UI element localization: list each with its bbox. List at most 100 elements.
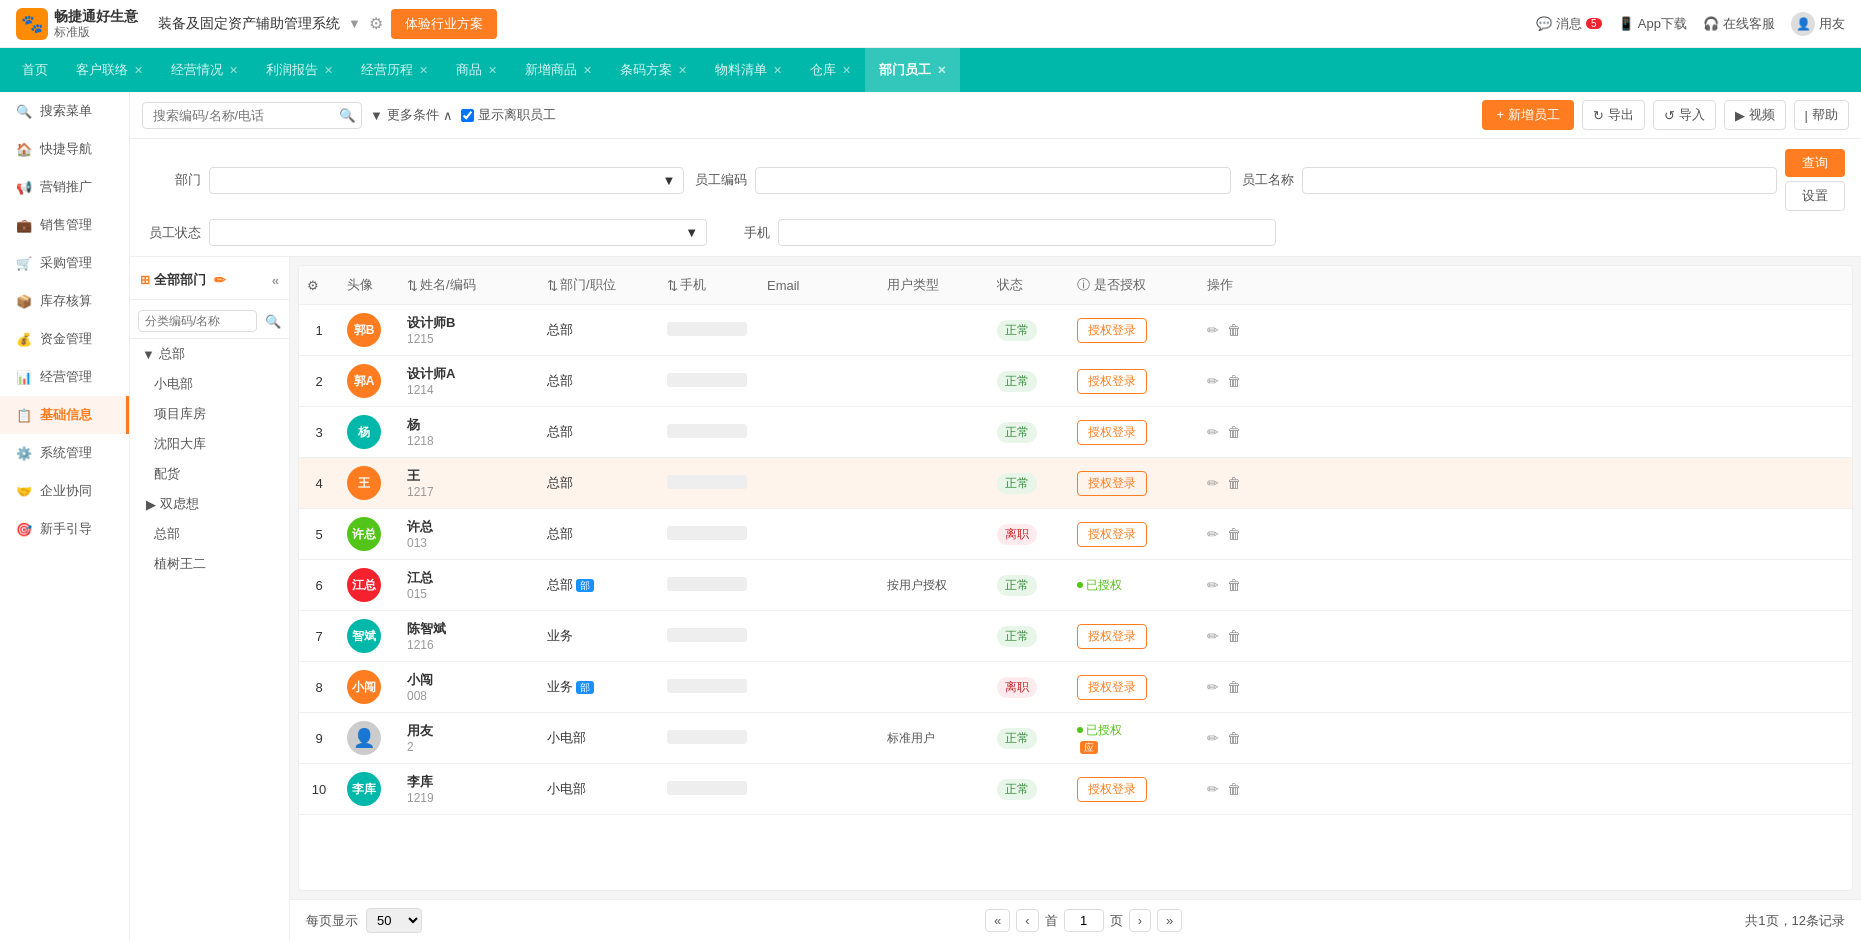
dept-tree-zhishu[interactable]: 植树王二 bbox=[130, 549, 289, 579]
tab-history-close[interactable]: ✕ bbox=[419, 64, 428, 77]
dept-sort[interactable]: ⇅ 部门/职位 bbox=[547, 276, 651, 294]
dept-tree-root[interactable]: ▼ 总部 bbox=[130, 339, 289, 369]
edit-button[interactable]: ✏ bbox=[1207, 679, 1219, 695]
add-employee-button[interactable]: + 新增员工 bbox=[1482, 100, 1573, 130]
dept-search-icon[interactable]: 🔍 bbox=[265, 314, 281, 329]
emp-status-select[interactable]: ▼ bbox=[209, 219, 707, 246]
sidebar-item-search[interactable]: 🔍 搜索菜单 bbox=[0, 92, 129, 130]
auth-login-button[interactable]: 授权登录 bbox=[1077, 369, 1147, 394]
edit-button[interactable]: ✏ bbox=[1207, 628, 1219, 644]
try-plan-button[interactable]: 体验行业方案 bbox=[391, 9, 497, 39]
edit-button[interactable]: ✏ bbox=[1207, 730, 1219, 746]
sidebar-item-nav[interactable]: 🏠 快捷导航 bbox=[0, 130, 129, 168]
phone-input[interactable] bbox=[778, 219, 1276, 246]
more-filter-button[interactable]: ▼ 更多条件 ∧ bbox=[370, 106, 453, 124]
settings-icon[interactable]: ⚙ bbox=[369, 14, 383, 33]
tab-operation[interactable]: 经营情况 ✕ bbox=[157, 48, 252, 92]
tab-customer-close[interactable]: ✕ bbox=[134, 64, 143, 77]
sidebar-item-guide[interactable]: 🎯 新手引导 bbox=[0, 510, 129, 548]
search-button[interactable]: 🔍 bbox=[339, 108, 356, 123]
show-resigned-checkbox[interactable] bbox=[461, 109, 474, 122]
edit-button[interactable]: ✏ bbox=[1207, 577, 1219, 593]
export-button[interactable]: ↻ 导出 bbox=[1582, 100, 1645, 130]
emp-code-input[interactable] bbox=[755, 167, 1230, 194]
collapse-icon[interactable]: « bbox=[272, 273, 279, 288]
delete-button[interactable]: 🗑 bbox=[1227, 628, 1241, 644]
view-button[interactable]: ▶ 视频 bbox=[1724, 100, 1786, 130]
delete-button[interactable]: 🗑 bbox=[1227, 781, 1241, 797]
auth-login-button[interactable]: 授权登录 bbox=[1077, 675, 1147, 700]
dept-select[interactable]: ▼ bbox=[209, 167, 684, 194]
edit-button[interactable]: ✏ bbox=[1207, 475, 1219, 491]
tab-warehouse[interactable]: 仓库 ✕ bbox=[796, 48, 865, 92]
edit-button[interactable]: ✏ bbox=[1207, 526, 1219, 542]
user-button[interactable]: 👤 用友 bbox=[1791, 12, 1845, 36]
tab-home[interactable]: 首页 bbox=[8, 48, 62, 92]
sidebar-item-collab[interactable]: 🤝 企业协同 bbox=[0, 472, 129, 510]
delete-button[interactable]: 🗑 bbox=[1227, 373, 1241, 389]
tab-profit-close[interactable]: ✕ bbox=[324, 64, 333, 77]
tab-barcode[interactable]: 条码方案 ✕ bbox=[606, 48, 701, 92]
sidebar-item-system[interactable]: ⚙️ 系统管理 bbox=[0, 434, 129, 472]
sidebar-item-sales[interactable]: 💼 销售管理 bbox=[0, 206, 129, 244]
first-page-button[interactable]: « bbox=[985, 909, 1010, 932]
help-button[interactable]: | 帮助 bbox=[1794, 100, 1849, 130]
sidebar-item-marketing[interactable]: 📢 营销推广 bbox=[0, 168, 129, 206]
edit-button[interactable]: ✏ bbox=[1207, 781, 1219, 797]
edit-button[interactable]: ✏ bbox=[1207, 373, 1219, 389]
sidebar-item-purchase[interactable]: 🛒 采购管理 bbox=[0, 244, 129, 282]
prev-page-button[interactable]: ‹ bbox=[1016, 909, 1038, 932]
tab-barcode-close[interactable]: ✕ bbox=[678, 64, 687, 77]
th-name-code[interactable]: ⇅ 姓名/编码 bbox=[399, 266, 539, 305]
tab-customer[interactable]: 客户联络 ✕ bbox=[62, 48, 157, 92]
tab-employees-close[interactable]: ✕ bbox=[937, 64, 946, 77]
set-button[interactable]: 设置 bbox=[1785, 181, 1845, 211]
auth-login-button[interactable]: 授权登录 bbox=[1077, 624, 1147, 649]
dept-tree-zongbu[interactable]: 总部 bbox=[130, 519, 289, 549]
delete-button[interactable]: 🗑 bbox=[1227, 577, 1241, 593]
emp-name-input[interactable] bbox=[1302, 167, 1777, 194]
sidebar-item-inventory[interactable]: 📦 库存核算 bbox=[0, 282, 129, 320]
last-page-button[interactable]: » bbox=[1157, 909, 1182, 932]
auth-login-button[interactable]: 授权登录 bbox=[1077, 471, 1147, 496]
tab-profit[interactable]: 利润报告 ✕ bbox=[252, 48, 347, 92]
tab-bom-close[interactable]: ✕ bbox=[773, 64, 782, 77]
per-page-select[interactable]: 50 100 bbox=[366, 908, 422, 933]
query-button[interactable]: 查询 bbox=[1785, 149, 1845, 177]
sidebar-item-basic[interactable]: 📋 基础信息 bbox=[0, 396, 129, 434]
name-sort[interactable]: ⇅ 姓名/编码 bbox=[407, 276, 531, 294]
tab-goods[interactable]: 商品 ✕ bbox=[442, 48, 511, 92]
auth-login-button[interactable]: 授权登录 bbox=[1077, 420, 1147, 445]
dept-tree-peihuo[interactable]: 配货 bbox=[130, 459, 289, 489]
message-button[interactable]: 💬 消息 5 bbox=[1536, 15, 1602, 33]
search-input[interactable] bbox=[142, 102, 362, 129]
sidebar-item-business[interactable]: 📊 经营管理 bbox=[0, 358, 129, 396]
edit-button[interactable]: ✏ bbox=[1207, 322, 1219, 338]
dept-tree-xiangmu[interactable]: 项目库房 bbox=[130, 399, 289, 429]
phone-sort[interactable]: ⇅ 手机 bbox=[667, 276, 751, 294]
th-dept[interactable]: ⇅ 部门/职位 bbox=[539, 266, 659, 305]
edit-button[interactable]: ✏ bbox=[1207, 424, 1219, 440]
tab-goods-close[interactable]: ✕ bbox=[488, 64, 497, 77]
tab-employees[interactable]: 部门员工 ✕ bbox=[865, 48, 960, 92]
dept-search-input[interactable] bbox=[138, 310, 257, 332]
th-phone[interactable]: ⇅ 手机 bbox=[659, 266, 759, 305]
tab-operation-close[interactable]: ✕ bbox=[229, 64, 238, 77]
app-download-button[interactable]: 📱 App下载 bbox=[1618, 15, 1687, 33]
dropdown-arrow-icon[interactable]: ▼ bbox=[348, 16, 361, 31]
auth-login-button[interactable]: 授权登录 bbox=[1077, 777, 1147, 802]
auth-login-button[interactable]: 授权登录 bbox=[1077, 522, 1147, 547]
edit-dept-icon[interactable]: ✏ bbox=[214, 272, 226, 288]
delete-button[interactable]: 🗑 bbox=[1227, 322, 1241, 338]
tab-add-goods-close[interactable]: ✕ bbox=[583, 64, 592, 77]
tab-add-goods[interactable]: 新增商品 ✕ bbox=[511, 48, 606, 92]
tab-history[interactable]: 经营历程 ✕ bbox=[347, 48, 442, 92]
sidebar-item-finance[interactable]: 💰 资金管理 bbox=[0, 320, 129, 358]
delete-button[interactable]: 🗑 bbox=[1227, 526, 1241, 542]
delete-button[interactable]: 🗑 bbox=[1227, 475, 1241, 491]
page-input[interactable] bbox=[1064, 909, 1104, 932]
dept-tree-xiaodibu[interactable]: 小电部 bbox=[130, 369, 289, 399]
tab-bom[interactable]: 物料清单 ✕ bbox=[701, 48, 796, 92]
next-page-button[interactable]: › bbox=[1129, 909, 1151, 932]
auth-login-button[interactable]: 授权登录 bbox=[1077, 318, 1147, 343]
